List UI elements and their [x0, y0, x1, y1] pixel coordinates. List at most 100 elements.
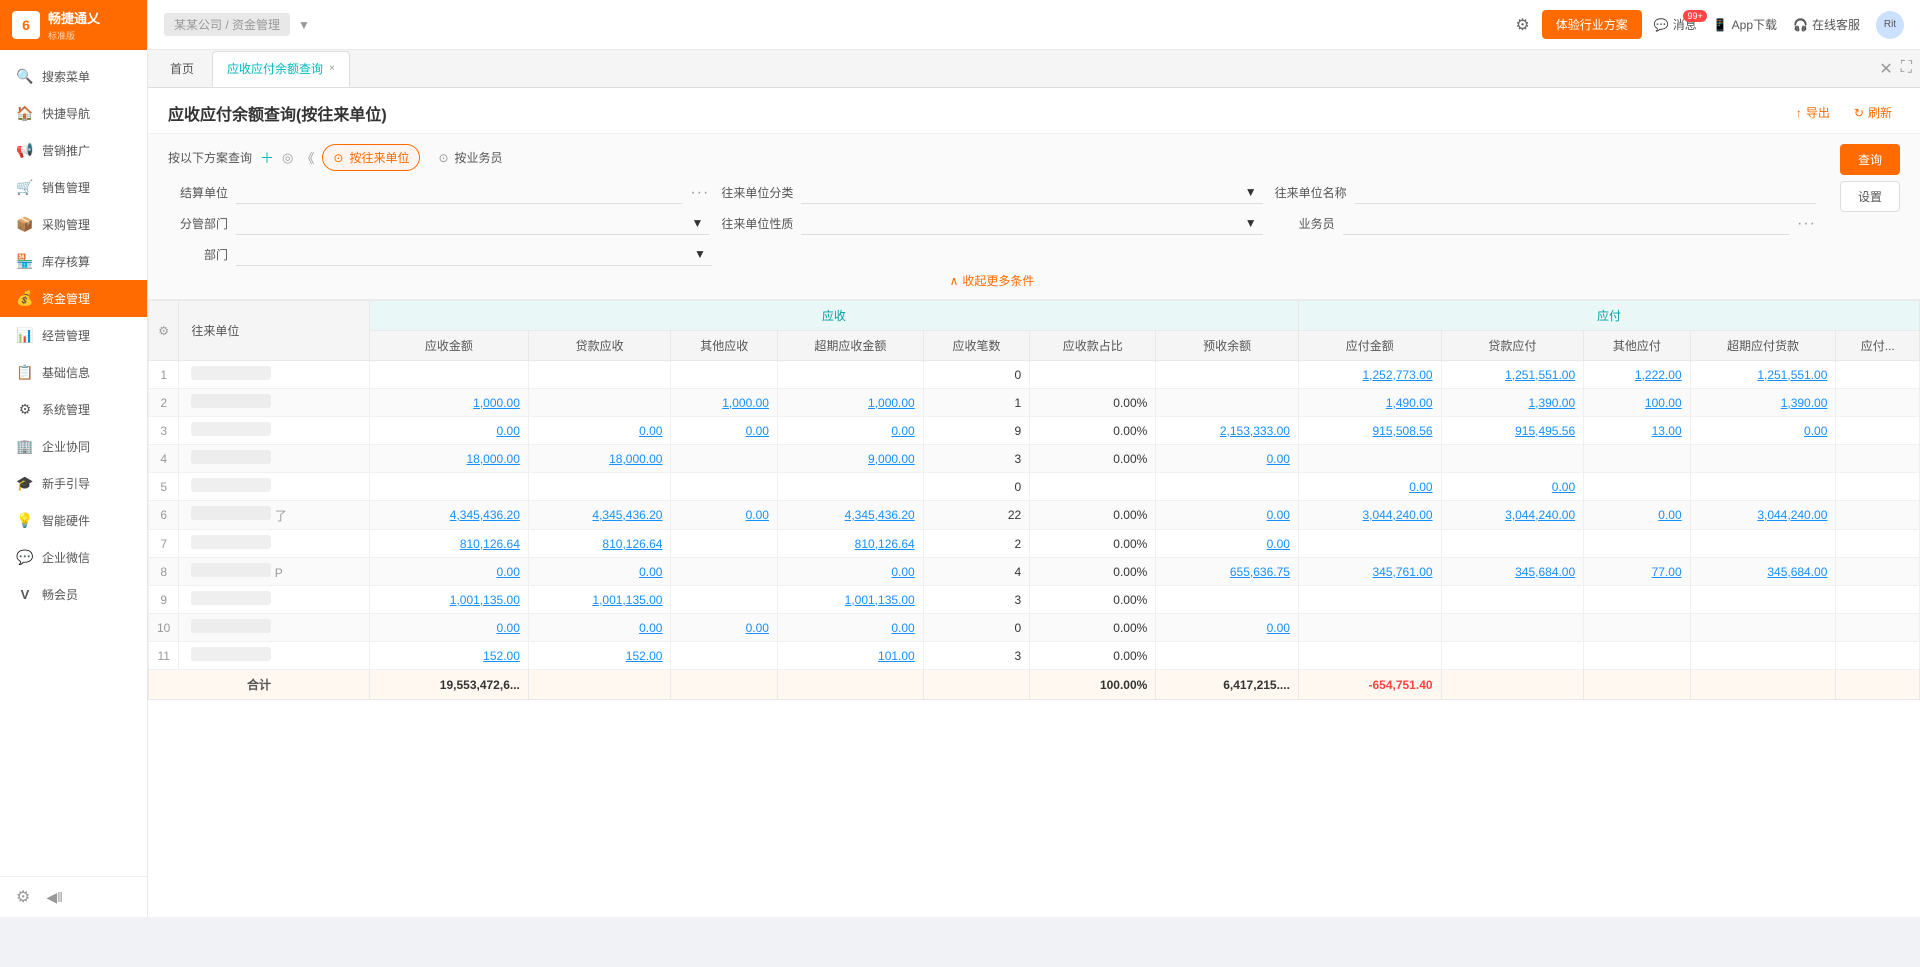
cell-link[interactable]: 0.00	[1552, 480, 1575, 494]
chevron-down-icon[interactable]: ▼	[298, 18, 310, 32]
cell-link[interactable]: 1,252,773.00	[1362, 368, 1432, 382]
settlement-input[interactable]	[236, 181, 682, 204]
salesman-input[interactable]	[1343, 212, 1789, 235]
cell-link[interactable]: 3,044,240.00	[1505, 508, 1575, 522]
cell-link[interactable]: 3,044,240.00	[1757, 508, 1827, 522]
cell-link[interactable]: 1,390.00	[1528, 396, 1575, 410]
partner-category-select[interactable]: ▼	[801, 181, 1262, 204]
dept-manager-select[interactable]: ▼	[236, 212, 709, 235]
cell-link[interactable]: 0.00	[497, 565, 520, 579]
cell-link[interactable]: 18,000.00	[466, 452, 519, 466]
sidebar-item-finance[interactable]: 💰 资金管理	[0, 280, 147, 317]
cell-link[interactable]: 1,001,135.00	[845, 593, 915, 607]
promo-button[interactable]: 体验行业方案	[1542, 10, 1642, 39]
sidebar-item-purchase[interactable]: 📦 采购管理	[0, 206, 147, 243]
cell-link[interactable]: 2,153,333.00	[1220, 424, 1290, 438]
cell-link[interactable]: 13.00	[1652, 424, 1682, 438]
cell-link[interactable]: 0.00	[1267, 452, 1290, 466]
cell-link[interactable]: 1,390.00	[1781, 396, 1828, 410]
tab-query[interactable]: 应收应付余额查询 ×	[212, 51, 350, 87]
cell-link[interactable]: 655,636.75	[1230, 565, 1290, 579]
filter-scheme-icon[interactable]: ◎	[282, 150, 293, 166]
cell-link[interactable]: 77.00	[1652, 565, 1682, 579]
cell-link[interactable]: 4,345,436.20	[450, 508, 520, 522]
tab-home[interactable]: 首页	[156, 51, 208, 87]
partner-nature-select[interactable]: ▼	[801, 212, 1262, 235]
cell-link[interactable]: 1,001,135.00	[450, 593, 520, 607]
sidebar-settings-icon[interactable]: ⚙	[16, 887, 30, 907]
cell-link[interactable]: 152.00	[626, 649, 663, 663]
messages-action[interactable]: 💬 消息 99+	[1654, 16, 1697, 33]
filter-scheme-partner[interactable]: ⊙ 按往来单位	[322, 144, 420, 171]
cell-link[interactable]: 810,126.64	[602, 537, 662, 551]
sidebar-item-quicknav[interactable]: 🏠 快捷导航	[0, 95, 147, 132]
sidebar-item-newbie[interactable]: 🎓 新手引导	[0, 465, 147, 502]
partner-name-input[interactable]	[1355, 181, 1816, 204]
cell-link[interactable]: 152.00	[483, 649, 520, 663]
salesman-dots-icon[interactable]: ···	[1797, 215, 1816, 233]
header-settings-icon[interactable]: ⚙	[1515, 15, 1529, 35]
sidebar-item-corp[interactable]: 🏢 企业协同	[0, 428, 147, 465]
sidebar-item-search[interactable]: 🔍 搜索菜单	[0, 58, 147, 95]
cell-link[interactable]: 4,345,436.20	[592, 508, 662, 522]
sidebar-collapse-icon[interactable]: ◀‖	[46, 889, 63, 906]
cell-link[interactable]: 1,000.00	[722, 396, 769, 410]
cell-link[interactable]: 101.00	[878, 649, 915, 663]
cell-link[interactable]: 1,251,551.00	[1757, 368, 1827, 382]
collapse-button[interactable]: ∧ 收起更多条件	[168, 272, 1816, 289]
sidebar-item-inventory[interactable]: 🏪 库存核算	[0, 243, 147, 280]
export-button[interactable]: ↑ 导出	[1788, 100, 1838, 125]
cell-link[interactable]: 4,345,436.20	[845, 508, 915, 522]
cell-link[interactable]: 1,222.00	[1635, 368, 1682, 382]
settlement-dots-icon[interactable]: ···	[690, 184, 709, 202]
cell-link[interactable]: 0.00	[1658, 508, 1681, 522]
cell-link[interactable]: 0.00	[891, 424, 914, 438]
sidebar-item-marketing[interactable]: 📢 营销推广	[0, 132, 147, 169]
cell-link[interactable]: 1,000.00	[868, 396, 915, 410]
filter-collapse-icon[interactable]: 《	[301, 148, 314, 167]
cell-link[interactable]: 0.00	[497, 424, 520, 438]
app-action[interactable]: 📱 App下载	[1713, 16, 1777, 33]
sidebar-item-system[interactable]: ⚙ 系统管理	[0, 391, 147, 428]
cell-link[interactable]: 810,126.64	[460, 537, 520, 551]
cell-link[interactable]: 0.00	[891, 565, 914, 579]
service-action[interactable]: 🎧 在线客服	[1793, 16, 1860, 33]
user-profile[interactable]: Rit	[1876, 11, 1904, 39]
cell-link[interactable]: 0.00	[639, 424, 662, 438]
cell-link[interactable]: 100.00	[1645, 396, 1682, 410]
tab-maximize-icon[interactable]: ⛶	[1901, 59, 1912, 79]
cell-link[interactable]: 0.00	[1267, 537, 1290, 551]
cell-link[interactable]: 915,495.56	[1515, 424, 1575, 438]
cell-link[interactable]: 0.00	[1409, 480, 1432, 494]
cell-link[interactable]: 0.00	[1267, 508, 1290, 522]
cell-link[interactable]: 0.00	[746, 621, 769, 635]
col-settings-icon[interactable]: ⚙	[149, 301, 179, 361]
tab-close-icon[interactable]: ×	[329, 63, 335, 74]
cell-link[interactable]: 1,001,135.00	[592, 593, 662, 607]
cell-link[interactable]: 0.00	[891, 621, 914, 635]
query-button[interactable]: 查询	[1840, 144, 1900, 175]
cell-link[interactable]: 1,251,551.00	[1505, 368, 1575, 382]
cell-link[interactable]: 345,684.00	[1767, 565, 1827, 579]
cell-link[interactable]: 0.00	[497, 621, 520, 635]
cell-link[interactable]: 0.00	[639, 621, 662, 635]
cell-link[interactable]: 18,000.00	[609, 452, 662, 466]
cell-link[interactable]: 1,490.00	[1386, 396, 1433, 410]
settings-button[interactable]: 设置	[1840, 181, 1900, 212]
cell-link[interactable]: 0.00	[1267, 621, 1290, 635]
cell-link[interactable]: 0.00	[639, 565, 662, 579]
cell-link[interactable]: 345,761.00	[1372, 565, 1432, 579]
sidebar-item-basic[interactable]: 📋 基础信息	[0, 354, 147, 391]
cell-link[interactable]: 3,044,240.00	[1362, 508, 1432, 522]
cell-link[interactable]: 0.00	[746, 508, 769, 522]
cell-link[interactable]: 9,000.00	[868, 452, 915, 466]
sidebar-item-wechat[interactable]: 💬 企业微信	[0, 539, 147, 576]
sidebar-item-sales[interactable]: 🛒 销售管理	[0, 169, 147, 206]
cell-link[interactable]: 915,508.56	[1372, 424, 1432, 438]
filter-add-icon[interactable]: ＋	[260, 148, 274, 168]
sidebar-item-business[interactable]: 📊 经营管理	[0, 317, 147, 354]
refresh-button[interactable]: ↻ 刷新	[1846, 100, 1900, 125]
cell-link[interactable]: 810,126.64	[855, 537, 915, 551]
tab-close-window-icon[interactable]: ✕	[1879, 59, 1892, 79]
cell-link[interactable]: 345,684.00	[1515, 565, 1575, 579]
